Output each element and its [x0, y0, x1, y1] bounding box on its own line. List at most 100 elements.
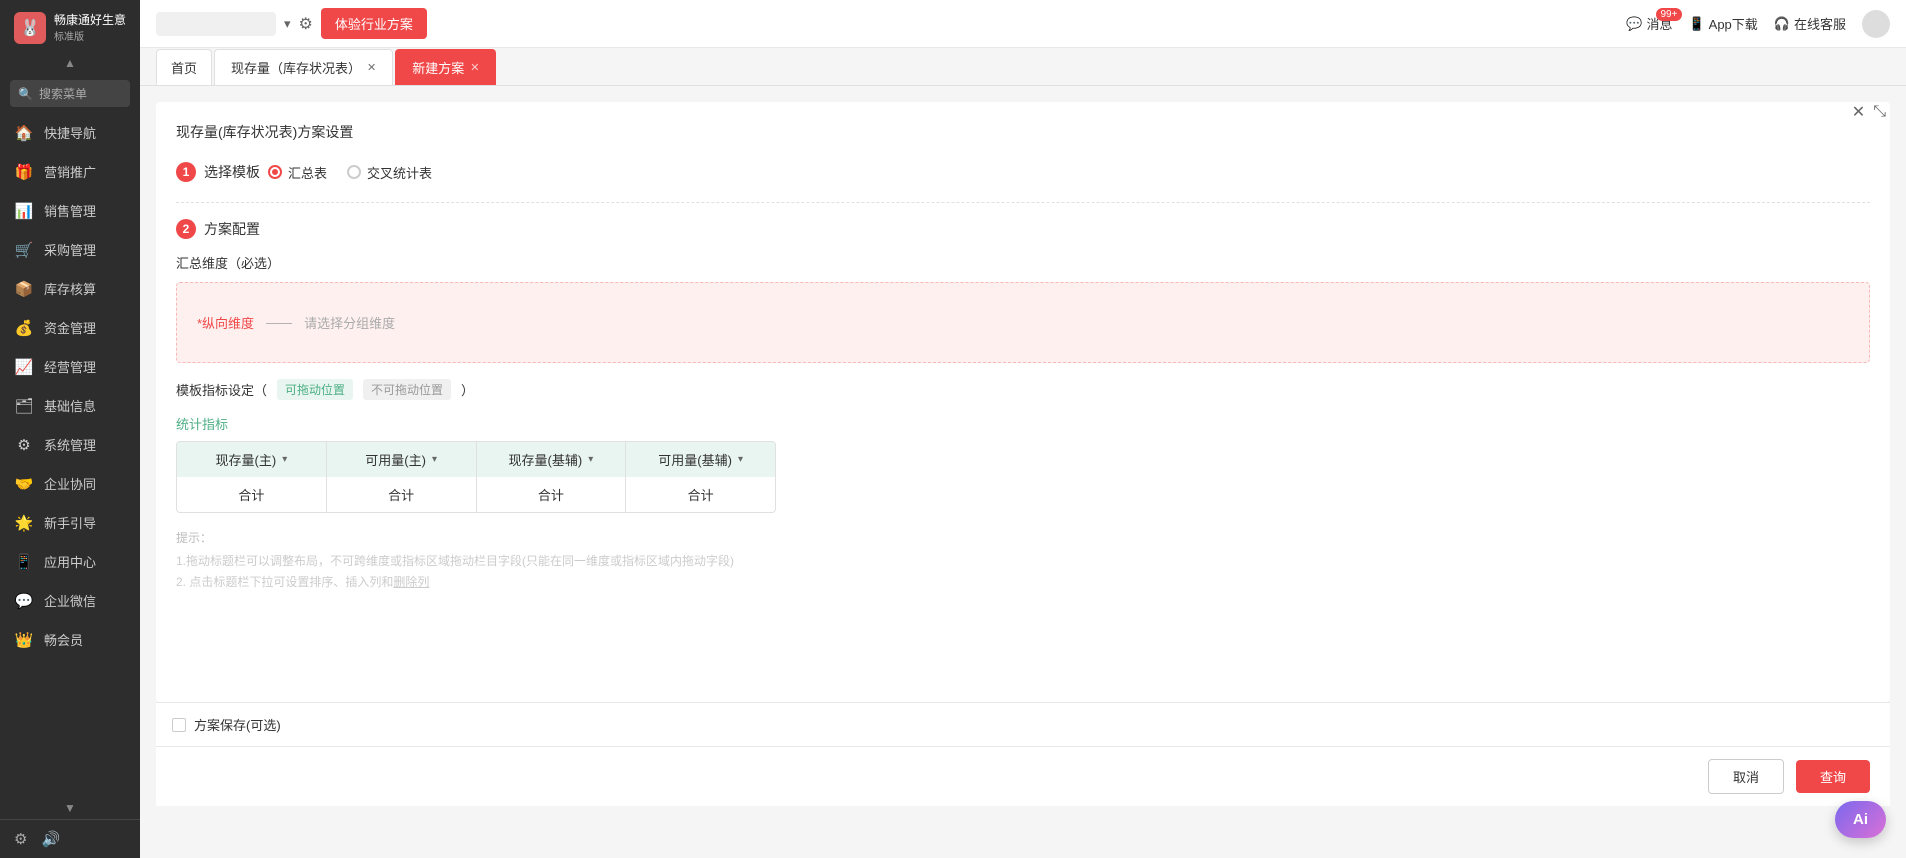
- tabbar: 首页 现存量（库存状况表） ✕ 新建方案 ✕: [140, 48, 1906, 86]
- radio-cross-label: 交叉统计表: [367, 163, 432, 182]
- topbar-dropdown-btn[interactable]: ▾: [284, 16, 291, 32]
- stats-body-col-3: 合计: [477, 477, 627, 512]
- cancel-button[interactable]: 取消: [1708, 759, 1784, 794]
- sidebar-item-basic-info[interactable]: 🗂 基础信息: [0, 386, 140, 425]
- sidebar-nav: 🏠 快捷导航 🎁 营销推广 📊 销售管理 🛒 采购管理 📦 库存核算 💰 资金管…: [0, 113, 140, 797]
- app-download-label: App下载: [1709, 14, 1758, 33]
- undraggable-tag: 不可拖动位置: [363, 379, 451, 400]
- topbar-gear-icon[interactable]: ⚙: [299, 14, 313, 34]
- delete-col-link[interactable]: 删除列: [393, 575, 429, 589]
- sidebar-search[interactable]: 🔍 搜索菜单: [10, 80, 130, 107]
- chevron-down-icon: ▾: [282, 454, 287, 465]
- tips-title: 提示：: [176, 529, 1870, 546]
- chevron-down-icon-3: ▾: [588, 454, 593, 465]
- sidebar-item-quick-nav[interactable]: 🏠 快捷导航: [0, 113, 140, 152]
- step1-badge: 1: [176, 162, 196, 182]
- sidebar-item-label: 新手引导: [44, 513, 96, 532]
- stats-label: 统计指标: [176, 414, 1870, 433]
- divider1: [176, 202, 1870, 203]
- sidebar-item-label: 系统管理: [44, 435, 96, 454]
- tip-item-1: 1.拖动标题栏可以调整布局，不可跨维度或指标区域拖动栏目字段(只能在同一维度或指…: [176, 552, 1870, 569]
- indicator-setting-end: ）: [461, 380, 474, 399]
- user-avatar[interactable]: [1862, 10, 1890, 38]
- sidebar-item-label: 应用中心: [44, 552, 96, 571]
- operations-icon: 📈: [14, 358, 34, 376]
- dim-separator: ——: [266, 315, 292, 330]
- stats-header-cell-4[interactable]: 可用量(基辅) ▾: [626, 442, 775, 477]
- sidebar: 🐰 畅康通好生意 标准版 ▲ 🔍 搜索菜单 🏠 快捷导航 🎁 营销推广 📊 销售…: [0, 0, 140, 858]
- indicator-setting: 模板指标设定（ 可拖动位置 不可拖动位置 ）: [176, 379, 1870, 400]
- stats-col-1: 现存量(主) ▾: [177, 442, 327, 477]
- dim-drop-area[interactable]: *纵向维度 —— 请选择分组维度: [176, 282, 1870, 363]
- app-name: 畅康通好生意: [54, 13, 126, 29]
- service-icon: 🎧: [1774, 16, 1790, 32]
- purchase-icon: 🛒: [14, 241, 34, 259]
- sidebar-item-purchase[interactable]: 🛒 采购管理: [0, 230, 140, 269]
- sidebar-item-guide[interactable]: 🌟 新手引导: [0, 503, 140, 542]
- panel-close-btn[interactable]: ✕: [1852, 102, 1865, 122]
- step1-section: 1 选择模板 汇总表 交叉统计表: [176, 162, 1870, 182]
- service-label: 在线客服: [1794, 14, 1846, 33]
- step2-badge: 2: [176, 219, 196, 239]
- sidebar-logo: 🐰 畅康通好生意 标准版: [0, 0, 140, 52]
- panel-expand-btn[interactable]: ⤡: [1873, 102, 1886, 122]
- tab-home[interactable]: 首页: [156, 49, 212, 85]
- app-center-icon: 📱: [14, 553, 34, 571]
- ai-fab-button[interactable]: Ai: [1835, 801, 1886, 838]
- sidebar-item-system[interactable]: ⚙ 系统管理: [0, 425, 140, 464]
- tab-home-label: 首页: [171, 61, 197, 76]
- sidebar-item-label: 销售管理: [44, 201, 96, 220]
- indicator-setting-label: 模板指标设定（: [176, 380, 267, 399]
- save-checkbox[interactable]: [172, 718, 186, 732]
- tab-new-plan-label: 新建方案: [412, 58, 464, 77]
- tab-new-plan-close-icon[interactable]: ✕: [470, 61, 479, 74]
- system-icon: ⚙: [14, 436, 34, 454]
- tab-inventory-status[interactable]: 现存量（库存状况表） ✕: [214, 49, 393, 85]
- sidebar-item-sales[interactable]: 📊 销售管理: [0, 191, 140, 230]
- sidebar-item-app-center[interactable]: 📱 应用中心: [0, 542, 140, 581]
- chevron-down-icon-2: ▾: [432, 454, 437, 465]
- sidebar-item-cooperation[interactable]: 🤝 企业协同: [0, 464, 140, 503]
- sidebar-item-inventory[interactable]: 📦 库存核算: [0, 269, 140, 308]
- stats-header-cell-1[interactable]: 现存量(主) ▾: [177, 442, 326, 477]
- settings-panel: 现存量(库存状况表)方案设置 1 选择模板 汇总表 交叉统计表: [156, 102, 1890, 702]
- topbar-trial-btn[interactable]: 体验行业方案: [321, 8, 427, 39]
- sidebar-item-membership[interactable]: 👑 畅会员: [0, 620, 140, 659]
- sidebar-item-operations[interactable]: 📈 经营管理: [0, 347, 140, 386]
- stats-col-1-header: 现存量(主): [216, 450, 277, 469]
- sidebar-item-label: 快捷导航: [44, 123, 96, 142]
- membership-icon: 👑: [14, 631, 34, 649]
- stats-table-body: 合计 合计 合计 合计: [177, 477, 775, 512]
- tab-new-plan[interactable]: 新建方案 ✕: [395, 49, 496, 85]
- tab-inventory-close-icon[interactable]: ✕: [367, 61, 376, 74]
- sidebar-item-label: 资金管理: [44, 318, 96, 337]
- summary-dim-label: 汇总维度（必选）: [176, 253, 1870, 272]
- app-download-btn[interactable]: 📱 App下载: [1688, 14, 1757, 33]
- sidebar-item-label: 企业协同: [44, 474, 96, 493]
- scroll-down-icon[interactable]: ▼: [64, 801, 76, 815]
- settings-icon[interactable]: ⚙: [14, 830, 27, 848]
- sidebar-item-label: 基础信息: [44, 396, 96, 415]
- panel-title: 现存量(库存状况表)方案设置: [176, 122, 1870, 142]
- stats-header-cell-3[interactable]: 现存量(基辅) ▾: [477, 442, 626, 477]
- sidebar-item-marketing[interactable]: 🎁 营销推广: [0, 152, 140, 191]
- stats-col-3: 现存量(基辅) ▾: [477, 442, 627, 477]
- radio-cross[interactable]: 交叉统计表: [347, 163, 432, 182]
- stats-cell-4: 合计: [626, 477, 775, 512]
- sidebar-item-wechat[interactable]: 💬 企业微信: [0, 581, 140, 620]
- topbar-search-input[interactable]: [156, 12, 276, 36]
- step1-header: 1 选择模板 汇总表 交叉统计表: [176, 162, 1870, 182]
- stats-header-cell-2[interactable]: 可用量(主) ▾: [327, 442, 476, 477]
- sidebar-item-finance[interactable]: 💰 资金管理: [0, 308, 140, 347]
- tip-item-2: 2. 点击标题栏下拉可设置排序、插入列和删除列: [176, 573, 1870, 590]
- guide-icon: 🌟: [14, 514, 34, 532]
- speaker-icon[interactable]: 🔊: [41, 830, 60, 848]
- chevron-down-icon-4: ▾: [738, 454, 743, 465]
- sidebar-item-label: 采购管理: [44, 240, 96, 259]
- service-btn[interactable]: 🎧 在线客服: [1774, 14, 1846, 33]
- query-button[interactable]: 查询: [1796, 760, 1870, 793]
- message-btn[interactable]: 💬 消息 99+: [1626, 14, 1672, 33]
- radio-summary[interactable]: 汇总表: [268, 163, 327, 182]
- inventory-icon: 📦: [14, 280, 34, 298]
- scroll-up-icon[interactable]: ▲: [64, 56, 76, 70]
